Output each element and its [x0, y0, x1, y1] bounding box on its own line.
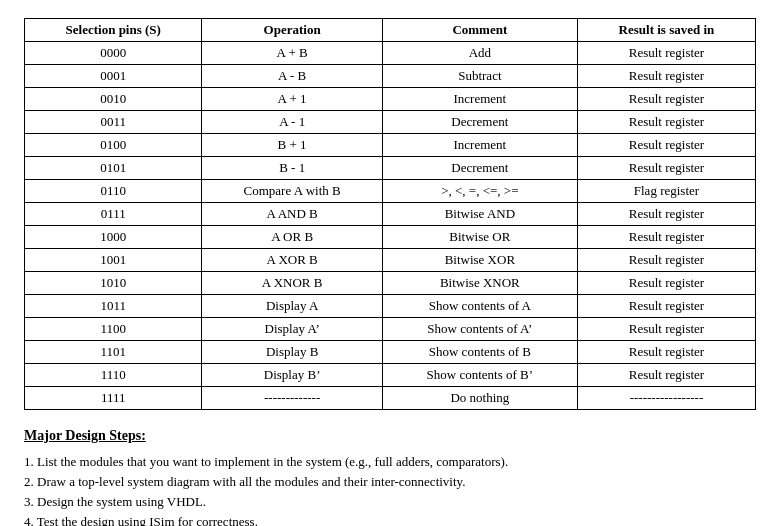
cell-0-2: Add — [382, 42, 577, 65]
cell-14-0: 1110 — [25, 364, 202, 387]
cell-3-0: 0011 — [25, 111, 202, 134]
cell-13-2: Show contents of B — [382, 341, 577, 364]
cell-8-3: Result register — [577, 226, 755, 249]
table-row: 1110Display B’Show contents of B’Result … — [25, 364, 756, 387]
table-row: 1001A XOR BBitwise XORResult register — [25, 249, 756, 272]
cell-6-2: >, <, =, <=, >= — [382, 180, 577, 203]
step-1: 1. List the modules that you want to imp… — [24, 454, 756, 470]
table-row: 0010A + 1IncrementResult register — [25, 88, 756, 111]
cell-11-1: Display A — [202, 295, 382, 318]
table-row: 0100B + 1IncrementResult register — [25, 134, 756, 157]
cell-12-1: Display A’ — [202, 318, 382, 341]
cell-5-2: Decrement — [382, 157, 577, 180]
cell-8-0: 1000 — [25, 226, 202, 249]
cell-2-0: 0010 — [25, 88, 202, 111]
cell-12-3: Result register — [577, 318, 755, 341]
table-row: 1000A OR BBitwise ORResult register — [25, 226, 756, 249]
steps-list: 1. List the modules that you want to imp… — [24, 454, 756, 526]
cell-14-3: Result register — [577, 364, 755, 387]
alu-operations-table: Selection pins (S)OperationCommentResult… — [24, 18, 756, 410]
cell-10-2: Bitwise XNOR — [382, 272, 577, 295]
cell-2-2: Increment — [382, 88, 577, 111]
cell-15-0: 1111 — [25, 387, 202, 410]
cell-4-0: 0100 — [25, 134, 202, 157]
cell-15-1: ------------- — [202, 387, 382, 410]
cell-6-1: Compare A with B — [202, 180, 382, 203]
col-header-0: Selection pins (S) — [25, 19, 202, 42]
col-header-1: Operation — [202, 19, 382, 42]
cell-6-0: 0110 — [25, 180, 202, 203]
table-row: 1011Display AShow contents of AResult re… — [25, 295, 756, 318]
table-row: 0000A + BAddResult register — [25, 42, 756, 65]
cell-11-0: 1011 — [25, 295, 202, 318]
cell-12-0: 1100 — [25, 318, 202, 341]
cell-4-1: B + 1 — [202, 134, 382, 157]
cell-9-0: 1001 — [25, 249, 202, 272]
cell-3-1: A - 1 — [202, 111, 382, 134]
cell-11-2: Show contents of A — [382, 295, 577, 318]
section-title: Major Design Steps: — [24, 428, 756, 444]
cell-15-3: ----------------- — [577, 387, 755, 410]
cell-0-0: 0000 — [25, 42, 202, 65]
cell-1-3: Result register — [577, 65, 755, 88]
cell-14-1: Display B’ — [202, 364, 382, 387]
cell-7-2: Bitwise AND — [382, 203, 577, 226]
table-row: 0001A - BSubtractResult register — [25, 65, 756, 88]
cell-5-1: B - 1 — [202, 157, 382, 180]
cell-4-3: Result register — [577, 134, 755, 157]
table-row: 0101B - 1DecrementResult register — [25, 157, 756, 180]
cell-7-0: 0111 — [25, 203, 202, 226]
cell-13-3: Result register — [577, 341, 755, 364]
cell-13-0: 1101 — [25, 341, 202, 364]
cell-7-1: A AND B — [202, 203, 382, 226]
table-row: 1010A XNOR BBitwise XNORResult register — [25, 272, 756, 295]
table-row: 0110Compare A with B>, <, =, <=, >=Flag … — [25, 180, 756, 203]
cell-0-3: Result register — [577, 42, 755, 65]
table-row: 1101Display BShow contents of BResult re… — [25, 341, 756, 364]
cell-9-1: A XOR B — [202, 249, 382, 272]
major-design-steps-section: Major Design Steps: 1. List the modules … — [24, 428, 756, 526]
cell-13-1: Display B — [202, 341, 382, 364]
step-2: 2. Draw a top-level system diagram with … — [24, 474, 756, 490]
cell-12-2: Show contents of A’ — [382, 318, 577, 341]
col-header-2: Comment — [382, 19, 577, 42]
cell-8-2: Bitwise OR — [382, 226, 577, 249]
cell-11-3: Result register — [577, 295, 755, 318]
cell-2-3: Result register — [577, 88, 755, 111]
col-header-3: Result is saved in — [577, 19, 755, 42]
cell-5-3: Result register — [577, 157, 755, 180]
cell-8-1: A OR B — [202, 226, 382, 249]
cell-14-2: Show contents of B’ — [382, 364, 577, 387]
step-4: 4. Test the design using ISim for correc… — [24, 514, 756, 526]
table-row: 0111A AND BBitwise ANDResult register — [25, 203, 756, 226]
cell-9-2: Bitwise XOR — [382, 249, 577, 272]
cell-2-1: A + 1 — [202, 88, 382, 111]
cell-9-3: Result register — [577, 249, 755, 272]
cell-4-2: Increment — [382, 134, 577, 157]
cell-3-3: Result register — [577, 111, 755, 134]
table-row: 1111-------------Do nothing-------------… — [25, 387, 756, 410]
table-row: 0011A - 1DecrementResult register — [25, 111, 756, 134]
cell-1-1: A - B — [202, 65, 382, 88]
cell-10-0: 1010 — [25, 272, 202, 295]
cell-7-3: Result register — [577, 203, 755, 226]
cell-1-2: Subtract — [382, 65, 577, 88]
cell-3-2: Decrement — [382, 111, 577, 134]
cell-15-2: Do nothing — [382, 387, 577, 410]
table-row: 1100Display A’Show contents of A’Result … — [25, 318, 756, 341]
cell-0-1: A + B — [202, 42, 382, 65]
cell-6-3: Flag register — [577, 180, 755, 203]
cell-10-3: Result register — [577, 272, 755, 295]
cell-10-1: A XNOR B — [202, 272, 382, 295]
cell-5-0: 0101 — [25, 157, 202, 180]
step-3: 3. Design the system using VHDL. — [24, 494, 756, 510]
cell-1-0: 0001 — [25, 65, 202, 88]
